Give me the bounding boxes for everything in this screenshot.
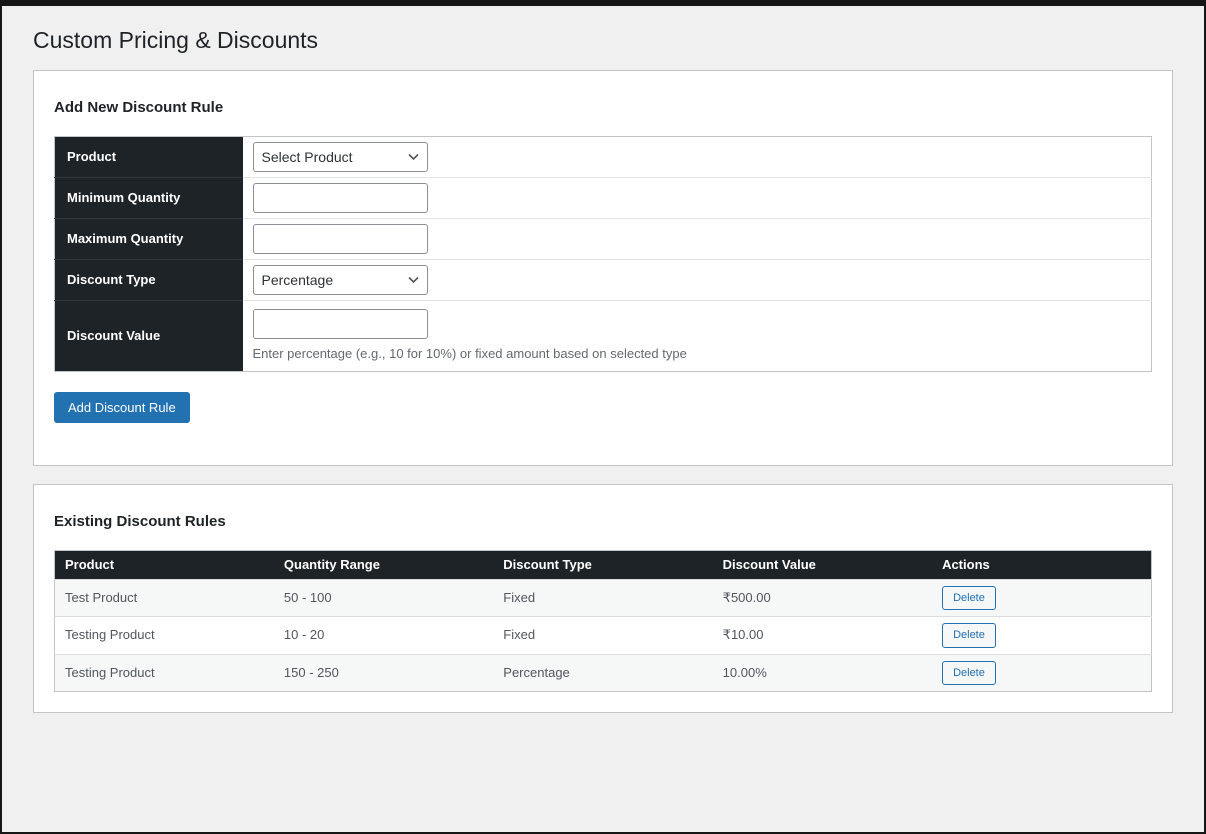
add-discount-rule-button[interactable]: Add Discount Rule: [54, 391, 190, 424]
discount-value-label: Discount Value: [54, 300, 243, 372]
column-header-discount-value: Discount Value: [712, 550, 933, 580]
column-header-product: Product: [54, 550, 274, 580]
discount-value-input[interactable]: [252, 308, 428, 339]
add-rule-panel: Add New Discount Rule Product Select Pro…: [33, 69, 1173, 467]
cell-discount-value: ₹10.00: [712, 616, 933, 655]
form-row-discount-type: Discount Type Percentage: [54, 259, 1152, 301]
form-row-max-quantity: Maximum Quantity: [54, 218, 1152, 260]
min-quantity-label: Minimum Quantity: [54, 177, 243, 219]
window-frame: Custom Pricing & Discounts Add New Disco…: [0, 0, 1206, 834]
form-row-min-quantity: Minimum Quantity: [54, 177, 1152, 219]
cell-discount-type: Percentage: [493, 653, 713, 692]
column-header-quantity-range: Quantity Range: [273, 550, 494, 580]
column-header-actions: Actions: [932, 550, 1152, 580]
product-label: Product: [54, 136, 243, 178]
existing-rules-panel: Existing Discount Rules Product Quantity…: [33, 484, 1173, 713]
max-quantity-label: Maximum Quantity: [54, 218, 243, 260]
cell-quantity-range: 10 - 20: [273, 616, 494, 655]
form-row-product: Product Select Product: [54, 136, 1152, 178]
product-select-wrap: Select Product: [252, 141, 428, 172]
cell-product: Testing Product: [54, 653, 274, 692]
add-rule-heading: Add New Discount Rule: [54, 98, 224, 116]
add-rule-form-table: Product Select Product Minimum Quantity: [54, 135, 1152, 372]
discount-type-label: Discount Type: [54, 259, 243, 301]
product-select[interactable]: Select Product: [252, 141, 428, 172]
cell-quantity-range: 150 - 250: [273, 653, 494, 692]
min-quantity-input[interactable]: [252, 182, 428, 213]
existing-rules-table: Product Quantity Range Discount Type Dis…: [54, 550, 1152, 692]
cell-product: Test Product: [54, 579, 274, 617]
max-quantity-input[interactable]: [252, 223, 428, 254]
column-header-discount-type: Discount Type: [493, 550, 713, 580]
delete-button[interactable]: Delete: [942, 660, 996, 685]
existing-rules-heading: Existing Discount Rules: [54, 513, 226, 531]
discount-type-select[interactable]: Percentage: [252, 264, 428, 295]
table-row: Testing Product 10 - 20 Fixed ₹10.00 Del…: [54, 616, 1152, 655]
delete-button[interactable]: Delete: [942, 623, 996, 648]
discount-value-description: Enter percentage (e.g., 10 for 10%) or f…: [252, 345, 687, 361]
cell-discount-type: Fixed: [493, 579, 713, 617]
table-row: Test Product 50 - 100 Fixed ₹500.00 Dele…: [54, 579, 1152, 617]
table-header-row: Product Quantity Range Discount Type Dis…: [54, 550, 1152, 580]
delete-button[interactable]: Delete: [942, 586, 996, 611]
discount-type-select-wrap: Percentage: [252, 264, 428, 295]
page-title: Custom Pricing & Discounts: [33, 27, 319, 53]
cell-discount-value: ₹500.00: [712, 579, 933, 617]
table-row: Testing Product 150 - 250 Percentage 10.…: [54, 653, 1152, 692]
cell-discount-type: Fixed: [493, 616, 713, 655]
cell-discount-value: 10.00%: [712, 653, 933, 692]
form-row-discount-value: Discount Value Enter percentage (e.g., 1…: [54, 300, 1152, 372]
cell-quantity-range: 50 - 100: [273, 579, 494, 617]
cell-product: Testing Product: [54, 616, 274, 655]
